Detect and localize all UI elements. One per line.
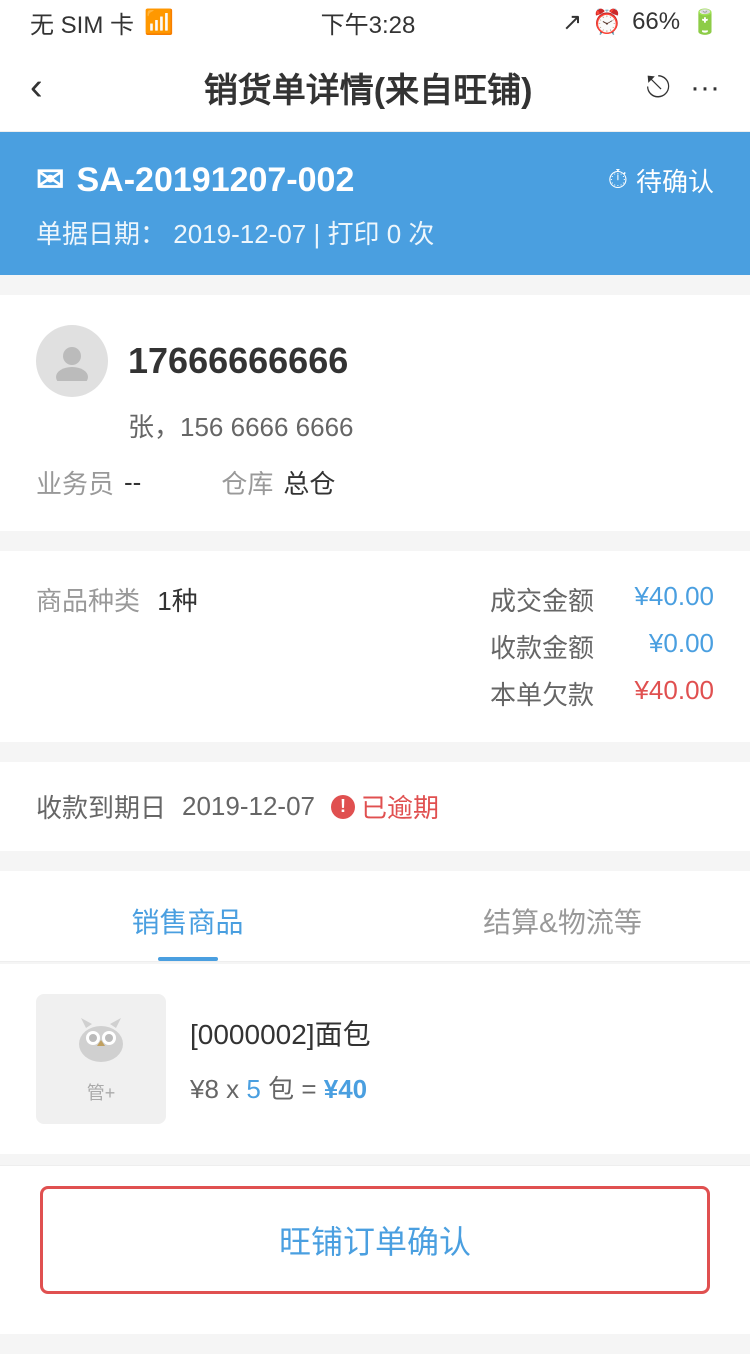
product-brand-text: 管+ [66,1079,136,1105]
product-name: [0000002]面包 [190,1013,714,1053]
battery-text: 66% [632,8,680,36]
product-type: 商品种类 1种 [36,581,198,618]
tabs-section: 销售商品 结算&物流等 [0,871,750,962]
tab-products[interactable]: 销售商品 [0,871,375,961]
page-title: 销货单详情(来自旺铺) [90,63,646,112]
status-clock-icon: ⏱ [608,164,628,196]
product-thumbnail: 管+ [36,994,166,1124]
tabs-row: 销售商品 结算&物流等 [0,871,750,962]
received-amount-row: 收款金额 ¥0.00 [490,628,714,665]
status-right: ↗ ⏰ 66% 🔋 [562,8,720,37]
more-icon[interactable]: ··· [690,71,720,105]
customer-meta: 业务员 -- 仓库 总仓 [36,464,714,501]
overdue-dot-icon: ! [331,795,355,819]
battery-icon: 🔋 [690,8,720,37]
product-item: 管+ [0000002]面包 ¥8 x 5 包 = ¥40 [0,964,750,1154]
customer-phone: 17666666666 [128,340,348,382]
order-header-card: ✉ SA-20191207-002 ⏱ 待确认 单据日期： 2019-12-07… [0,132,750,275]
debt-amount-label: 本单欠款 [490,675,594,712]
due-date-label: 收款到期日 [36,788,166,825]
product-price: ¥8 x 5 包 = ¥40 [190,1069,714,1106]
product-type-value: 1种 [157,586,197,616]
print-info: 打印 0 次 [327,219,434,249]
summary-section: 商品种类 1种 成交金额 ¥40.00 收款金额 ¥0.00 本单欠款 ¥40.… [0,551,750,742]
debt-amount-value: ¥40.00 [614,675,714,712]
nav-bar: ‹ 销货单详情(来自旺铺) ⎋ ··· [0,44,750,132]
product-unit: 包 [268,1074,294,1104]
overdue-text: 已逾期 [361,788,439,825]
deal-amount-label: 成交金额 [490,581,594,618]
product-thumb-inner: 管+ [66,1014,136,1105]
status-bar: 无 SIM 卡 📶 下午3:28 ↗ ⏰ 66% 🔋 [0,0,750,44]
product-equals: = [301,1074,323,1104]
due-date-value: 2019-12-07 [182,791,315,822]
warehouse-value: 总仓 [283,464,335,501]
status-text: 待确认 [636,162,714,199]
customer-name: 张，156 6666 6666 [36,407,714,444]
amount-summary: 成交金额 ¥40.00 收款金额 ¥0.00 本单欠款 ¥40.00 [490,581,714,712]
due-date-section: 收款到期日 2019-12-07 ! 已逾期 [0,762,750,851]
product-multiply: x [226,1074,246,1104]
received-amount-value: ¥0.00 [614,628,714,665]
product-type-label: 商品种类 [36,586,140,616]
product-info: [0000002]面包 ¥8 x 5 包 = ¥40 [190,1013,714,1106]
back-button[interactable]: ‹ [30,66,90,109]
bottom-bar: 旺铺订单确认 [0,1165,750,1334]
deal-amount-value: ¥40.00 [614,581,714,618]
deal-amount-row: 成交金额 ¥40.00 [490,581,714,618]
overdue-badge: ! 已逾期 [331,788,439,825]
date-value: 2019-12-07 [173,219,306,249]
alarm-icon: ⏰ [592,8,622,37]
order-id: ✉ SA-20191207-002 [36,160,354,200]
confirm-button[interactable]: 旺铺订单确认 [40,1186,710,1294]
product-qty: 5 [246,1074,260,1104]
carrier-text: 无 SIM 卡 [30,5,134,40]
order-date-info: 单据日期： 2019-12-07 | 打印 0 次 [36,214,714,251]
wifi-icon: 📶 [144,8,174,37]
nav-actions: ⎋ ··· [646,71,720,105]
date-label: 单据日期： [36,219,166,249]
sales-info: 业务员 -- [36,464,141,501]
date-separator: | [313,219,327,249]
product-total: ¥40 [324,1074,367,1104]
sales-label: 业务员 [36,464,114,501]
sales-value: -- [124,467,141,498]
debt-amount-row: 本单欠款 ¥40.00 [490,675,714,712]
status-time: 下午3:28 [321,5,416,40]
warehouse-info: 仓库 总仓 [221,464,335,501]
order-id-icon: ✉ [36,160,65,200]
received-amount-label: 收款金额 [490,628,594,665]
product-unit-price: ¥8 [190,1074,219,1104]
tab-settlement[interactable]: 结算&物流等 [375,871,750,961]
order-status: ⏱ 待确认 [608,162,714,199]
customer-section: 17666666666 张，156 6666 6666 业务员 -- 仓库 总仓 [0,295,750,531]
avatar [36,325,108,397]
warehouse-label: 仓库 [221,464,273,501]
status-left: 无 SIM 卡 📶 [30,5,174,40]
customer-row: 17666666666 [36,325,714,397]
order-id-text: SA-20191207-002 [77,161,355,200]
header-card-top: ✉ SA-20191207-002 ⏱ 待确认 [36,160,714,200]
share-icon[interactable]: ⎋ [646,71,670,105]
product-section: 管+ [0000002]面包 ¥8 x 5 包 = ¥40 [0,964,750,1154]
location-icon: ↗ [562,8,582,37]
